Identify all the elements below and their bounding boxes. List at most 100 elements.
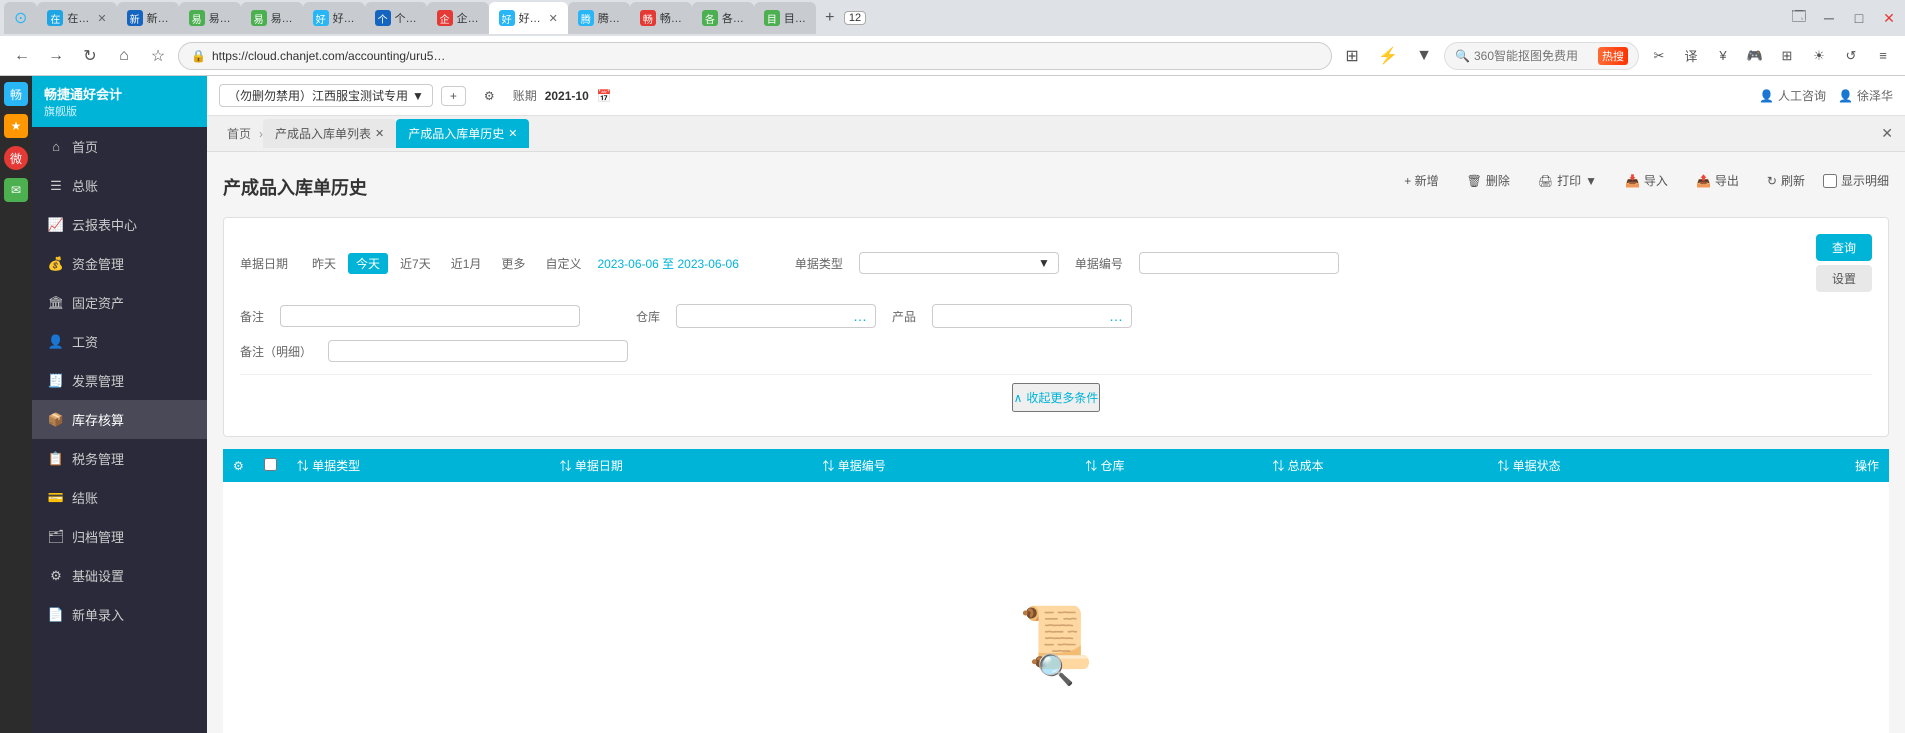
bookmark-button[interactable]: ☆ (144, 42, 172, 70)
restore-button[interactable]: 🗔 (1787, 6, 1811, 30)
refresh-button[interactable]: ↻ (76, 42, 104, 70)
th-number[interactable]: ⇅ 单据编号 (812, 449, 1075, 482)
home-button[interactable]: ⌂ (110, 42, 138, 70)
th-warehouse[interactable]: ⇅ 仓库 (1075, 449, 1262, 482)
th-status[interactable]: ⇅ 单据状态 (1487, 449, 1750, 482)
breadcrumb-tab-history[interactable]: 产成品入库单历史 ✕ (396, 119, 529, 148)
date-btn-custom[interactable]: 自定义 (537, 253, 589, 274)
collapse-button[interactable]: ∧ 收起更多条件 (1012, 383, 1101, 412)
sidebar-item-checkout[interactable]: 💳 结账 (32, 478, 207, 517)
user-service-button[interactable]: 👤 人工咨询 (1759, 87, 1826, 104)
import-button[interactable]: 📥 导入 (1615, 168, 1678, 193)
product-filter-select[interactable]: … (932, 304, 1132, 328)
tab-close-8[interactable]: ✕ (549, 12, 558, 25)
date-btn-yesterday[interactable]: 昨天 (304, 253, 344, 274)
calendar-icon[interactable]: 📅 (597, 89, 612, 103)
th-checkbox[interactable] (254, 449, 287, 482)
browser-tab-12[interactable]: 目 目… (754, 2, 816, 34)
browser-tab-10[interactable]: 畅 畅… (630, 2, 692, 34)
undo-icon[interactable]: ↺ (1837, 42, 1865, 70)
company-select[interactable]: （勿删勿禁用）江西服宝测试专用 ▼ (219, 84, 433, 107)
product-dots[interactable]: … (1109, 308, 1123, 324)
app-icon-changjie[interactable]: 畅 (4, 82, 28, 106)
type-filter-select[interactable]: ▼ (859, 252, 1059, 274)
sun-icon[interactable]: ☀ (1805, 42, 1833, 70)
dropdown-button[interactable]: ▼ (1410, 42, 1438, 70)
breadcrumb-tab-list[interactable]: 产成品入库单列表 ✕ (263, 119, 396, 148)
panel-close-button[interactable]: ✕ (1881, 125, 1893, 142)
sidebar-item-home[interactable]: ⌂ 首页 (32, 127, 207, 166)
close-button[interactable]: ✕ (1877, 6, 1901, 30)
app-icon-star[interactable]: ★ (4, 114, 28, 138)
forward-button[interactable]: → (42, 42, 70, 70)
number-filter-input[interactable] (1139, 252, 1339, 274)
maximize-button[interactable]: □ (1847, 6, 1871, 30)
sidebar-item-archive[interactable]: 🗂 归档管理 (32, 517, 207, 556)
sidebar-item-inventory[interactable]: 📦 库存核算 (32, 400, 207, 439)
sidebar-item-salary[interactable]: 👤 工资 (32, 322, 207, 361)
browser-tab-circle[interactable]: ⊙ (4, 2, 37, 34)
browser-tab-2[interactable]: 新 新… (117, 2, 179, 34)
date-btn-1month[interactable]: 近1月 (443, 253, 490, 274)
browser-tab-9[interactable]: 腾 腾… (568, 2, 630, 34)
warehouse-dots[interactable]: … (853, 308, 867, 324)
new-tab-button[interactable]: + (816, 4, 844, 32)
warehouse-filter-select[interactable]: … (676, 304, 876, 328)
address-input[interactable]: 🔒 https://cloud.chanjet.com/accounting/u… (178, 42, 1332, 70)
sidebar-item-fixed[interactable]: 🏛 固定资产 (32, 283, 207, 322)
query-button[interactable]: 查询 (1816, 234, 1872, 261)
sidebar-item-newdoc[interactable]: 📄 新单录入 (32, 595, 207, 634)
th-total-cost[interactable]: ⇅ 总成本 (1262, 449, 1487, 482)
browser-tab-5[interactable]: 好 好… (303, 2, 365, 34)
add-button[interactable]: + 新增 (1394, 168, 1448, 193)
print-button[interactable]: 🖨 打印 ▼ (1528, 168, 1607, 193)
minimize-button[interactable]: ─ (1817, 6, 1841, 30)
browser-tab-4[interactable]: 易 易… (241, 2, 303, 34)
sidebar-item-basic[interactable]: ⚙ 基础设置 (32, 556, 207, 595)
date-btn-7days[interactable]: 近7天 (392, 253, 439, 274)
sidebar-item-ledger[interactable]: ☰ 总账 (32, 166, 207, 205)
select-all-checkbox[interactable] (264, 458, 277, 471)
currency-icon[interactable]: ¥ (1709, 42, 1737, 70)
scissors-icon[interactable]: ✂ (1645, 42, 1673, 70)
grid-menu-button[interactable]: ⊞ (1338, 42, 1366, 70)
translate-icon[interactable]: 译 (1677, 42, 1705, 70)
user-avatar[interactable]: 👤 徐泽华 (1838, 87, 1893, 104)
th-date[interactable]: ⇅ 单据日期 (550, 449, 813, 482)
browser-tab-6[interactable]: 个 个… (365, 2, 427, 34)
refresh-button[interactable]: ↻ 刷新 (1757, 168, 1815, 193)
browser-tab-3[interactable]: 易 易… (179, 2, 241, 34)
bc-tab-history-close[interactable]: ✕ (508, 127, 517, 140)
set-button[interactable]: 设置 (1816, 265, 1872, 292)
date-btn-more[interactable]: 更多 (493, 253, 533, 274)
show-detail-checkbox[interactable] (1823, 174, 1837, 188)
settings-button[interactable]: ⚙ (474, 85, 505, 107)
add-company-button[interactable]: + (441, 86, 466, 106)
sidebar-item-invoice[interactable]: 🧾 发票管理 (32, 361, 207, 400)
browser-tab-1[interactable]: 在 在… ✕ (37, 2, 116, 34)
bc-tab-list-close[interactable]: ✕ (375, 127, 384, 140)
export-button[interactable]: 📤 导出 (1686, 168, 1749, 193)
breadcrumb-home[interactable]: 首页 (219, 125, 259, 142)
sidebar-item-report[interactable]: 📈 云报表中心 (32, 205, 207, 244)
th-settings[interactable]: ⚙ (223, 449, 254, 482)
back-button[interactable]: ← (8, 42, 36, 70)
delete-button[interactable]: 🗑 删除 (1457, 168, 1520, 193)
detail-note-input[interactable] (328, 340, 628, 362)
search-input[interactable] (1474, 49, 1594, 63)
browser-tab-8-active[interactable]: 好 好… ✕ (489, 2, 568, 34)
app-icon-weibo[interactable]: 微 (4, 146, 28, 170)
date-btn-today[interactable]: 今天 (348, 253, 388, 274)
app-icon-mail[interactable]: ✉ (4, 178, 28, 202)
grid-icon[interactable]: ⊞ (1773, 42, 1801, 70)
note-filter-input[interactable] (280, 305, 580, 327)
game-icon[interactable]: 🎮 (1741, 42, 1769, 70)
th-type[interactable]: ⇅ 单据类型 (287, 449, 550, 482)
browser-tab-7[interactable]: 企 企… (427, 2, 489, 34)
more-icon[interactable]: ≡ (1869, 42, 1897, 70)
lightning-button[interactable]: ⚡ (1374, 42, 1402, 70)
browser-tab-11[interactable]: 各 各… (692, 2, 754, 34)
search-bar[interactable]: 🔍 热搜 (1444, 42, 1639, 70)
sidebar-item-fund[interactable]: 💰 资金管理 (32, 244, 207, 283)
sidebar-item-tax[interactable]: 📋 税务管理 (32, 439, 207, 478)
